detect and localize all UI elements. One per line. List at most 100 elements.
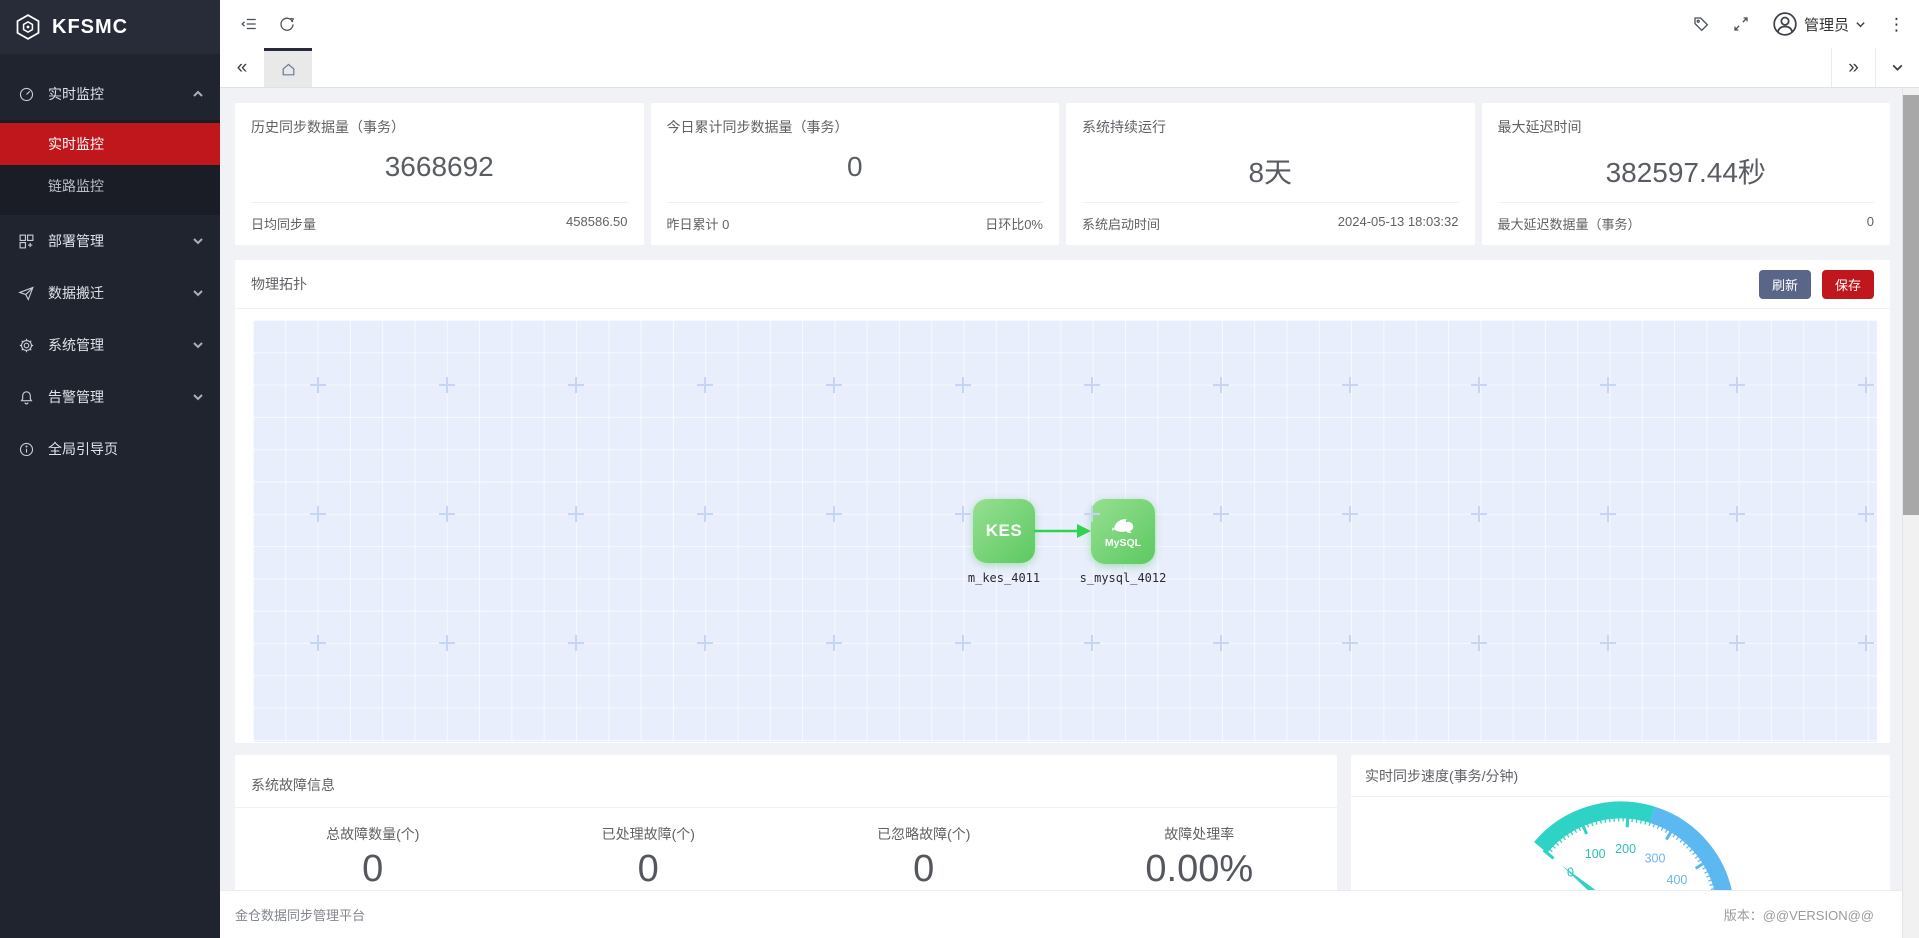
sidebar-submenu: 实时监控 链路监控: [0, 120, 220, 215]
grid-plus-mark: [955, 377, 971, 393]
app-logo: KFSMC: [0, 0, 220, 54]
chevron-up-icon: [193, 90, 203, 97]
node-mysql[interactable]: MySQL: [1091, 499, 1155, 564]
grid-plus-mark: [310, 635, 326, 651]
stat-footer-label: 日均同步量: [251, 217, 317, 232]
stat-value: 382597.44秒: [1605, 157, 1766, 188]
vertical-scrollbar[interactable]: [1902, 88, 1919, 938]
hexagon-logo-icon: [16, 14, 40, 40]
more-options-icon[interactable]: ⋮: [1888, 16, 1905, 33]
page-footer: 金仓数据同步管理平台 版本：@@VERSION@@: [220, 890, 1902, 938]
refresh-button[interactable]: 刷新: [1758, 269, 1811, 299]
save-button[interactable]: 保存: [1821, 269, 1874, 299]
sidebar-item-data-migration[interactable]: 数据搬迁: [0, 267, 220, 319]
stat-value: 8天: [1248, 157, 1293, 188]
footer-version: 版本：@@VERSION@@: [1723, 908, 1874, 923]
footer-platform-name: 金仓数据同步管理平台: [235, 908, 366, 923]
fault-info-panel: 系统故障信息 总故障数量(个) 0 已处理故障(个) 0 已忽略故障(个) 0 …: [235, 755, 1337, 890]
grid-plus-mark: [1342, 635, 1358, 651]
sidebar-menu: 实时监控 实时监控 链路监控 部署管理 数据搬迁 系统管理 告警管理 全局引导页: [0, 54, 220, 475]
stat-cards-row: 历史同步数据量（事务） 3668692 日均同步量 458586.50 今日累计…: [235, 103, 1890, 245]
sync-speed-panel: 实时同步速度(事务/分钟) 0100200300400: [1351, 755, 1890, 890]
paper-plane-icon: [18, 286, 34, 301]
grid-plus-mark: [1729, 635, 1745, 651]
sidebar-item-system-manage[interactable]: 系统管理: [0, 319, 220, 371]
refresh-icon[interactable]: [278, 15, 296, 33]
grid-plus-mark: [1471, 377, 1487, 393]
grid-plus-mark: [826, 506, 842, 522]
gauge-chart: 0100200300400: [1534, 801, 1732, 890]
tab-home[interactable]: [264, 48, 312, 87]
sidebar: KFSMC 实时监控 实时监控 链路监控 部署管理 数据搬迁 系统管理 告警管理…: [0, 0, 220, 938]
sidebar-item-realtime-monitor[interactable]: 实时监控: [0, 68, 220, 120]
chevron-down-icon: [193, 290, 203, 297]
stat-card-today-sync: 今日累计同步数据量（事务） 0 昨日累计 0 日环比0%: [650, 103, 1059, 245]
tabs-scroll-left-button[interactable]: «: [220, 48, 264, 87]
fault-stat-value: 0: [913, 848, 935, 890]
node-kes[interactable]: KES: [973, 499, 1035, 563]
fault-stat-label: 总故障数量(个): [326, 826, 420, 842]
stat-title: 历史同步数据量（事务）: [251, 119, 405, 135]
node-mysql-badge: MySQL: [1104, 537, 1142, 549]
mysql-dolphin-icon: [1111, 519, 1134, 534]
top-header: 管理员 ⋮: [220, 0, 1919, 48]
main-content: 历史同步数据量（事务） 3668692 日均同步量 458586.50 今日累计…: [220, 88, 1902, 890]
tag-icon[interactable]: [1692, 15, 1710, 33]
bell-icon: [20, 390, 33, 404]
grid-plus-mark: [826, 377, 842, 393]
stat-footer-value: 2024-05-13 18:03:32: [1337, 214, 1459, 229]
home-icon: [282, 63, 294, 75]
tabs-menu-button[interactable]: [1875, 48, 1919, 87]
sidebar-item-global-guide[interactable]: 全局引导页: [0, 423, 220, 475]
sidebar-subitem-link-monitor[interactable]: 链路监控: [0, 165, 220, 207]
collapse-menu-icon[interactable]: [240, 15, 258, 33]
stat-title: 最大延迟时间: [1497, 119, 1582, 135]
user-menu[interactable]: 管理员: [1772, 11, 1866, 37]
grid-plus-mark: [310, 377, 326, 393]
fullscreen-icon[interactable]: [1732, 15, 1750, 33]
stat-card-history-sync: 历史同步数据量（事务） 3668692 日均同步量 458586.50: [235, 103, 644, 245]
topology-panel: 物理拓扑 刷新 保存 KES MySQL m_kes_4011 s_mysql_…: [235, 260, 1890, 743]
tabs-scroll-right-button[interactable]: »: [1831, 48, 1875, 87]
stat-footer-value: 0: [1866, 214, 1874, 229]
grid-plus-mark: [1858, 635, 1874, 651]
appstore-add-icon: [19, 234, 34, 248]
svg-text:200: 200: [1615, 842, 1636, 856]
fault-stat-value: 0: [362, 848, 384, 890]
grid-plus-mark: [439, 635, 455, 651]
grid-plus-mark: [1729, 506, 1745, 522]
topology-canvas[interactable]: KES MySQL m_kes_4011 s_mysql_4012: [253, 320, 1877, 742]
fault-stat-handled: 已处理故障(个) 0: [511, 824, 787, 890]
grid-plus-mark: [1213, 506, 1229, 522]
sidebar-subitem-realtime-monitor[interactable]: 实时监控: [0, 123, 220, 165]
stat-footer-value: 日环比0%: [985, 217, 1043, 232]
sidebar-item-deploy-manage[interactable]: 部署管理: [0, 215, 220, 267]
fault-stat-rate: 故障处理率 0.00%: [1062, 824, 1338, 890]
fault-stat-label: 已忽略故障(个): [877, 826, 971, 842]
stat-value: 3668692: [384, 151, 494, 182]
grid-plus-mark: [439, 506, 455, 522]
stat-title: 今日累计同步数据量（事务）: [666, 119, 849, 135]
sidebar-item-alarm-manage[interactable]: 告警管理: [0, 371, 220, 423]
grid-plus-mark: [1213, 377, 1229, 393]
stat-card-uptime: 系统持续运行 8天 系统启动时间 2024-05-13 18:03:32: [1066, 103, 1475, 245]
fault-stat-value: 0.00%: [1145, 848, 1254, 890]
svg-text:400: 400: [1667, 873, 1688, 887]
stat-card-max-delay: 最大延迟时间 382597.44秒 最大延迟数据量（事务） 0: [1481, 103, 1890, 245]
grid-plus-mark: [826, 635, 842, 651]
fault-stat-ignored: 已忽略故障(个) 0: [786, 824, 1062, 890]
bottom-panels-row: 系统故障信息 总故障数量(个) 0 已处理故障(个) 0 已忽略故障(个) 0 …: [235, 755, 1890, 890]
info-circle-icon: [19, 442, 34, 456]
svg-text:300: 300: [1645, 851, 1666, 865]
node-kes-label: m_kes_4011: [967, 571, 1041, 585]
grid-plus-mark: [1213, 635, 1229, 651]
stat-footer-label: 最大延迟数据量（事务）: [1497, 217, 1641, 232]
stat-value: 0: [846, 151, 863, 182]
sidebar-subitem-label: 实时监控: [48, 136, 104, 152]
stat-title: 系统持续运行: [1082, 119, 1166, 135]
grid-plus-mark: [955, 506, 971, 522]
fault-stat-label: 已处理故障(个): [601, 826, 695, 842]
grid-plus-mark: [1858, 506, 1874, 522]
grid-plus-mark: [568, 506, 584, 522]
scrollbar-thumb[interactable]: [1903, 95, 1919, 515]
